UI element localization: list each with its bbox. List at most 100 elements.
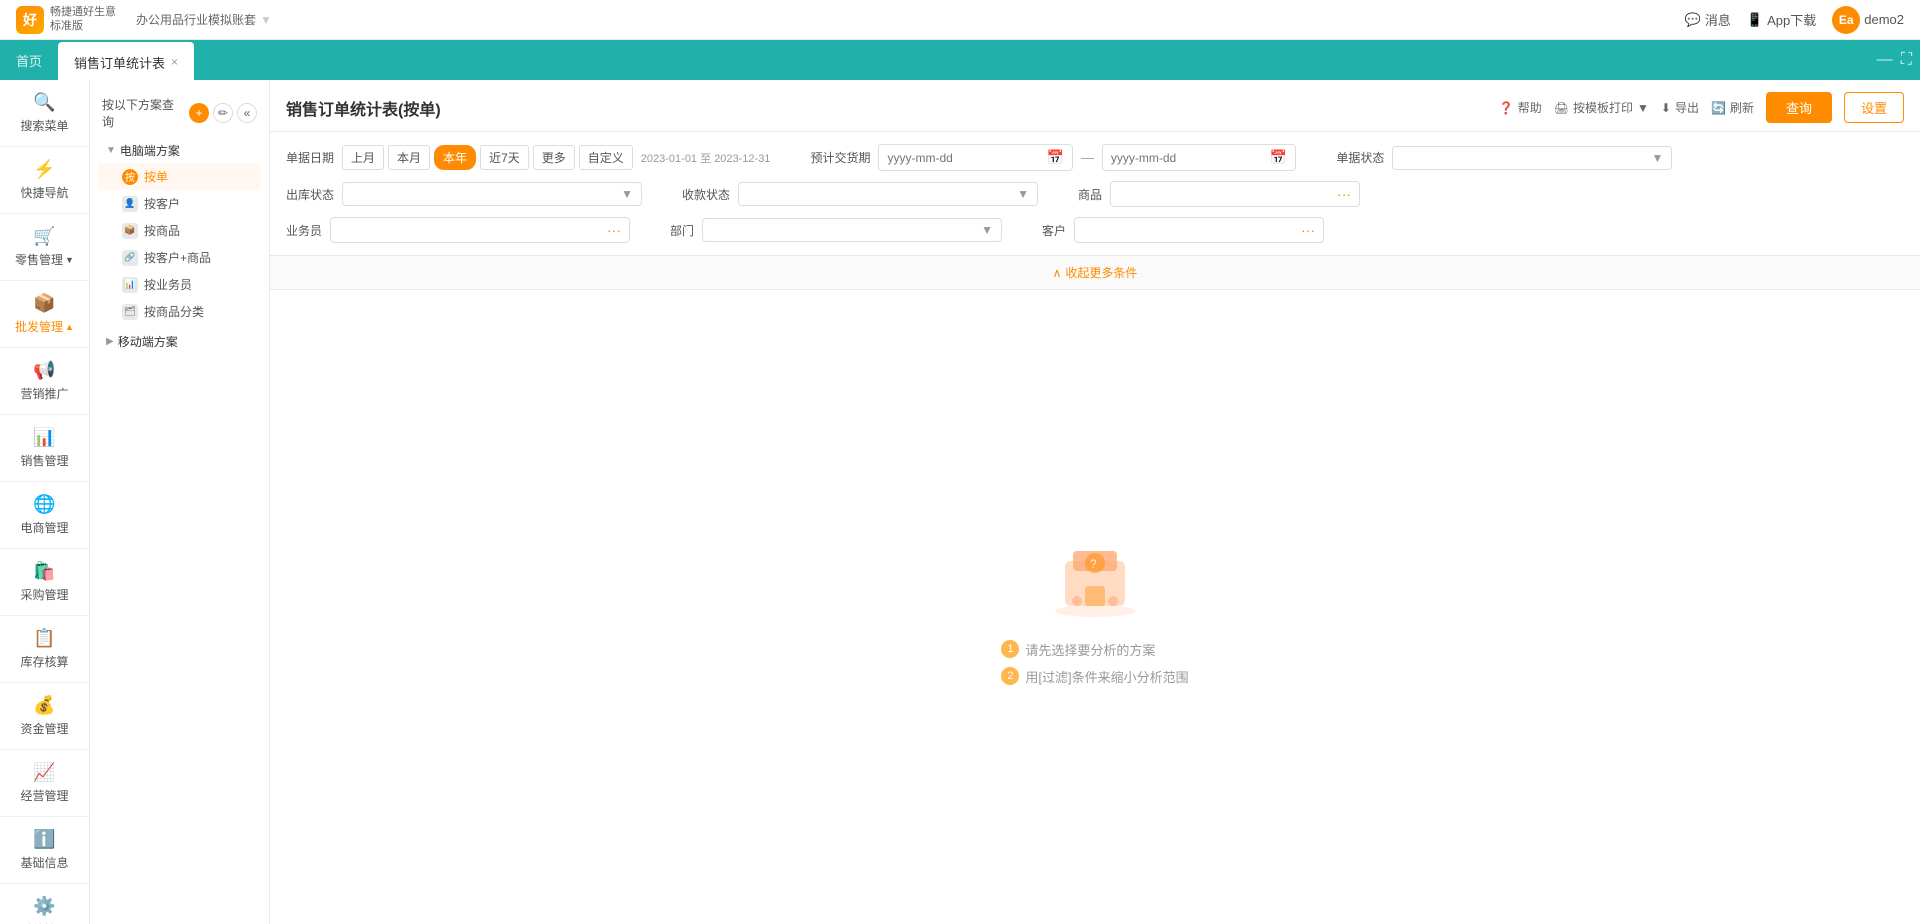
app-download-btn[interactable]: 📱 App下载	[1747, 10, 1816, 29]
scheme-by-order-icon: 按	[122, 169, 138, 185]
product-text-input[interactable]	[1119, 187, 1333, 201]
help-btn[interactable]: ❓ 帮助	[1499, 99, 1542, 116]
scheme-item-by-order[interactable]: 按 按单	[98, 163, 261, 190]
print-dropdown-icon: ▼	[1637, 101, 1649, 115]
sidebar-item-system[interactable]: ⚙️ 系统管理	[0, 884, 89, 924]
salesperson-more-icon[interactable]: ···	[607, 222, 621, 238]
date-btn-group: 上月 本月 本年 近7天 更多 自定义	[342, 145, 633, 170]
tip-num-2: 2	[1001, 667, 1019, 685]
collapse-bar[interactable]: ∧ 收起更多条件	[270, 256, 1920, 290]
customer-input[interactable]: ···	[1074, 217, 1324, 243]
sidebar-item-basic[interactable]: ℹ️ 基础信息	[0, 817, 89, 884]
date-btn-this-month[interactable]: 本月	[388, 145, 430, 170]
product-input[interactable]: ···	[1110, 181, 1360, 207]
bill-status-arrow-icon: ▼	[1651, 151, 1663, 165]
date-btn-this-year[interactable]: 本年	[434, 145, 476, 170]
sidebar-item-inventory[interactable]: 📋 库存核算	[0, 616, 89, 683]
scheme-by-salesperson-icon: 📊	[122, 277, 138, 293]
sidebar: 🔍 搜索菜单 ⚡ 快捷导航 🛒 零售管理 ▼ 📦 批发管理 ▲ 📢 营销推广	[0, 80, 90, 924]
sales-icon: 📊	[8, 427, 81, 448]
tab-expand-btn[interactable]: ⛶	[1901, 51, 1912, 69]
filter-bill-date: 单据日期 上月 本月 本年 近7天 更多 自定义 2023-01-01 至 20…	[286, 145, 770, 170]
refresh-btn[interactable]: 🔄 刷新	[1711, 99, 1754, 116]
breadcrumb: 办公用品行业模拟账套 ▼	[136, 11, 272, 28]
app-logo-icon: 好	[16, 6, 44, 34]
filter-salesperson: 业务员 ···	[286, 217, 630, 243]
salesperson-input[interactable]: ···	[330, 217, 630, 243]
ship-status-select[interactable]: ▼	[342, 182, 642, 206]
print-btn[interactable]: 🖨 按模板打印 ▼	[1554, 99, 1649, 116]
export-icon: ⬇	[1661, 101, 1671, 115]
empty-state: ? 1 请先选择要分析的方案 2 用[过滤]条件来缩小分析范围	[270, 290, 1920, 924]
scheme-item-by-category[interactable]: 🗂 按商品分类	[98, 298, 261, 325]
department-select[interactable]: ▼	[702, 218, 1002, 242]
operations-icon: 📈	[8, 762, 81, 783]
date-btn-7days[interactable]: 近7天	[480, 145, 529, 170]
delivery-date-end[interactable]: 📅	[1102, 144, 1296, 171]
date-btn-custom[interactable]: 自定义	[579, 145, 633, 170]
delivery-start-input[interactable]	[887, 151, 1042, 165]
sidebar-item-sales[interactable]: 📊 销售管理	[0, 415, 89, 482]
sidebar-item-marketing[interactable]: 📢 营销推广	[0, 348, 89, 415]
top-bar-left: 好 畅捷通好生意 标准版 办公用品行业模拟账套 ▼	[16, 6, 272, 34]
sidebar-item-wholesale[interactable]: 📦 批发管理 ▲	[0, 281, 89, 348]
user-menu-btn[interactable]: Ea demo2	[1832, 6, 1904, 34]
department-arrow-icon: ▼	[981, 223, 993, 237]
bill-status-select[interactable]: ▼	[1392, 146, 1672, 170]
scheme-item-by-customer[interactable]: 👤 按客户	[98, 190, 261, 217]
empty-tip-2: 2 用[过滤]条件来缩小分析范围	[1001, 667, 1188, 686]
sidebar-item-purchase[interactable]: 🛍️ 采购管理	[0, 549, 89, 616]
tab-minimize-btn[interactable]: —	[1877, 51, 1893, 69]
tab-home[interactable]: 首页	[0, 40, 58, 80]
sidebar-item-ecommerce[interactable]: 🌐 电商管理	[0, 482, 89, 549]
scheme-tree: ▼ 电脑端方案 按 按单 👤 按客户 📦 按商品	[90, 138, 269, 354]
top-bar-right: 💬 消息 📱 App下载 Ea demo2	[1685, 6, 1904, 34]
scheme-item-by-salesperson[interactable]: 📊 按业务员	[98, 271, 261, 298]
tab-active[interactable]: 销售订单统计表 ×	[58, 42, 194, 82]
salesperson-text-input[interactable]	[339, 223, 603, 237]
customer-more-icon[interactable]: ···	[1301, 222, 1315, 238]
export-btn[interactable]: ⬇ 导出	[1661, 99, 1699, 116]
message-btn[interactable]: 💬 消息	[1685, 10, 1731, 29]
product-more-icon[interactable]: ···	[1337, 186, 1351, 202]
customer-text-input[interactable]	[1083, 223, 1297, 237]
scheme-by-customer-icon: 👤	[122, 196, 138, 212]
sidebar-item-operations[interactable]: 📈 经营管理	[0, 750, 89, 817]
delivery-date-start[interactable]: 📅	[878, 144, 1072, 171]
payment-status-arrow-icon: ▼	[1017, 187, 1029, 201]
app-download-icon: 📱	[1747, 12, 1763, 28]
sidebar-item-finance[interactable]: 💰 资金管理	[0, 683, 89, 750]
scheme-collapse-btn[interactable]: «	[237, 103, 257, 123]
empty-tip-1: 1 请先选择要分析的方案	[1001, 640, 1188, 659]
date-btn-last-month[interactable]: 上月	[342, 145, 384, 170]
sidebar-item-search[interactable]: 🔍 搜索菜单	[0, 80, 89, 147]
setting-button[interactable]: 设置	[1844, 92, 1904, 123]
date-btn-more[interactable]: 更多	[533, 145, 575, 170]
filter-expected-delivery: 预计交货期 📅 — 📅	[810, 144, 1296, 171]
purchase-icon: 🛍️	[8, 561, 81, 582]
basic-icon: ℹ️	[8, 829, 81, 850]
page-header-actions: ❓ 帮助 🖨 按模板打印 ▼ ⬇ 导出 🔄 刷新	[1499, 92, 1904, 123]
ship-status-arrow-icon: ▼	[621, 187, 633, 201]
sidebar-item-retail[interactable]: 🛒 零售管理 ▼	[0, 214, 89, 281]
finance-icon: 💰	[8, 695, 81, 716]
scheme-item-by-product[interactable]: 📦 按商品	[98, 217, 261, 244]
print-icon: 🖨	[1554, 101, 1569, 115]
scheme-item-by-cust-prod[interactable]: 🔗 按客户+商品	[98, 244, 261, 271]
filter-area: 单据日期 上月 本月 本年 近7天 更多 自定义 2023-01-01 至 20…	[270, 132, 1920, 256]
scheme-mobile-group-header[interactable]: ▶ 移动端方案	[98, 329, 261, 354]
tab-bar-right: — ⛶	[1877, 51, 1920, 69]
wholesale-arrow-icon: ▲	[65, 322, 74, 332]
sidebar-item-shortcut[interactable]: ⚡ 快捷导航	[0, 147, 89, 214]
scheme-edit-btn[interactable]: ✏	[213, 103, 233, 123]
query-button[interactable]: 查询	[1766, 92, 1832, 123]
tab-close-btn[interactable]: ×	[171, 55, 178, 69]
scheme-pc-group-header[interactable]: ▼ 电脑端方案	[98, 138, 261, 163]
filter-customer: 客户 ···	[1042, 217, 1324, 243]
payment-status-select[interactable]: ▼	[738, 182, 1038, 206]
scheme-add-btn[interactable]: +	[189, 103, 209, 123]
empty-illustration: ?	[1035, 521, 1155, 624]
avatar: Ea	[1832, 6, 1860, 34]
main-content: 销售订单统计表(按单) ❓ 帮助 🖨 按模板打印 ▼ ⬇ 导出	[270, 80, 1920, 924]
delivery-end-input[interactable]	[1111, 151, 1266, 165]
